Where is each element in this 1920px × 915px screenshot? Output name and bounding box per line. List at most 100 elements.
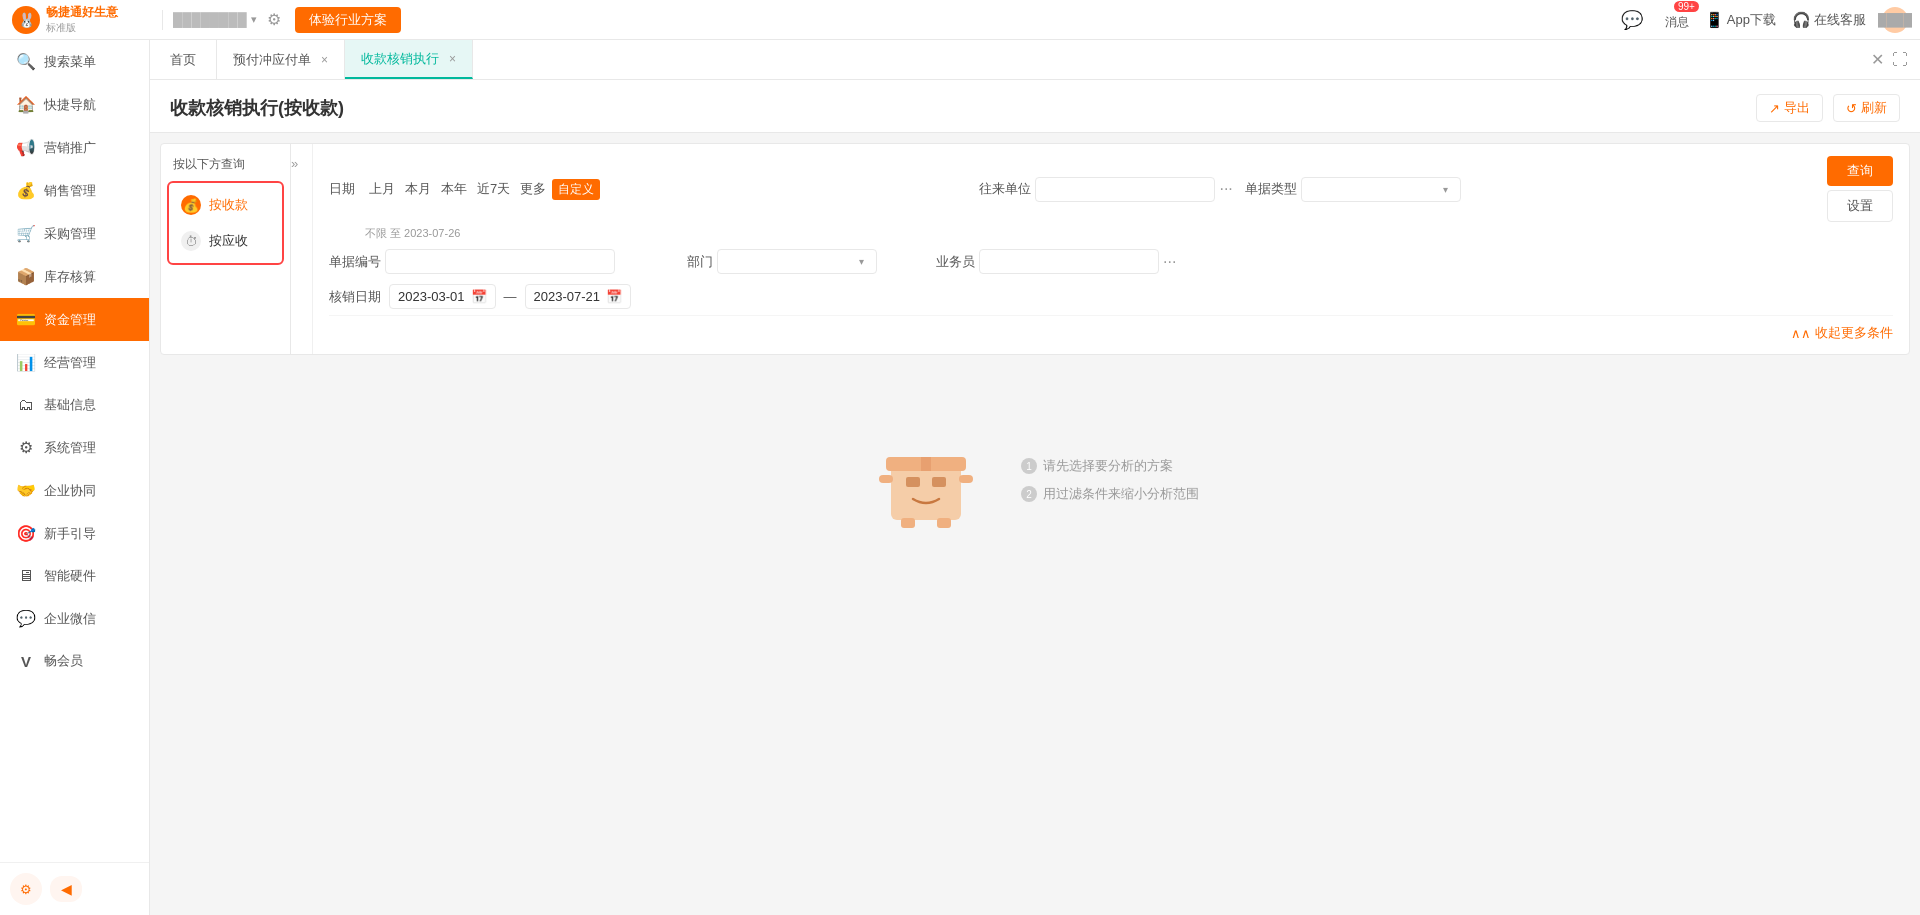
sidebar-item-finance[interactable]: 💳 资金管理 [0, 298, 149, 341]
staff-input[interactable] [979, 249, 1159, 274]
date-this-month[interactable]: 本月 [401, 178, 435, 200]
member-icon: V [16, 653, 36, 670]
staff-dots[interactable]: ··· [1163, 253, 1176, 271]
sidebar-item-quick-nav[interactable]: 🏠 快捷导航 [0, 83, 149, 126]
page-header: 收款核销执行(按收款) ↗ 导出 ↺ 刷新 [150, 80, 1920, 133]
writeoff-date-end-input[interactable]: 2023-07-21 📅 [525, 284, 632, 309]
export-icon: ↗ [1769, 101, 1780, 116]
dept-label: 部门 [687, 253, 713, 271]
date-more[interactable]: 更多 [516, 178, 550, 200]
hint-num-1: 1 [1021, 458, 1037, 474]
svg-rect-8 [959, 475, 973, 483]
filter-row-2: 单据编号 部门 ▾ 业务员 [329, 249, 1893, 274]
svg-rect-7 [879, 475, 893, 483]
sidebar-item-wechat[interactable]: 💬 企业微信 [0, 597, 149, 640]
sidebar: 🔍 搜索菜单 🏠 快捷导航 📢 营销推广 💰 销售管理 🛒 采购管理 📦 库存核… [0, 40, 150, 915]
date-last-month[interactable]: 上月 [365, 178, 399, 200]
home-icon: 🏠 [16, 95, 36, 114]
main-layout: 🔍 搜索菜单 🏠 快捷导航 📢 营销推广 💰 销售管理 🛒 采购管理 📦 库存核… [0, 40, 1920, 915]
setting-button[interactable]: 设置 [1827, 190, 1893, 222]
tab-close-prepay[interactable]: × [321, 53, 328, 67]
tab-prepay-offset[interactable]: 预付冲应付单 × [217, 40, 345, 79]
messages-button[interactable]: 💬 99+ 消息 [1621, 9, 1689, 31]
voucher-no-input[interactable] [385, 249, 615, 274]
messages-label: 消息 [1665, 15, 1689, 29]
sidebar-collapse-button[interactable]: ◀ [50, 876, 82, 902]
solution-button[interactable]: 体验行业方案 [295, 7, 401, 33]
filter-option-by-receivable[interactable]: ⏱ 按应收 [169, 223, 282, 259]
receipt-icon: 💰 [181, 195, 201, 215]
refresh-icon: ↺ [1846, 101, 1857, 116]
tab-home[interactable]: 首页 [150, 40, 217, 79]
tabbar: 首页 预付冲应付单 × 收款核销执行 × ✕ ⛶ [150, 40, 1920, 80]
date-quick-options: 上月 本月 本年 近7天 更多 自定义 [365, 178, 600, 200]
user-avatar[interactable]: ████ [1882, 7, 1908, 33]
voucher-type-select[interactable] [1301, 177, 1461, 202]
content-area: 首页 预付冲应付单 × 收款核销执行 × ✕ ⛶ 收款核销执行(按收款) [150, 40, 1920, 915]
company-selector[interactable]: ████████ ▾ [173, 12, 257, 27]
tab-receivable-offset[interactable]: 收款核销执行 × [345, 40, 473, 79]
filter-row-3: 核销日期 2023-03-01 📅 — 2023-07-21 📅 [329, 284, 1893, 309]
writeoff-date-end-value: 2023-07-21 [534, 289, 601, 304]
query-button[interactable]: 查询 [1827, 156, 1893, 186]
counterparty-label: 往来单位 [979, 180, 1031, 198]
page-content: 收款核销执行(按收款) ↗ 导出 ↺ 刷新 按以下 [150, 80, 1920, 915]
tab-expand-icon[interactable]: ⛶ [1892, 51, 1908, 69]
voucher-no-field: 单据编号 [329, 249, 615, 274]
logo-text: 畅捷通好生意 标准版 [46, 4, 118, 35]
sales-icon: 💰 [16, 181, 36, 200]
dept-select[interactable] [717, 249, 877, 274]
sidebar-item-label: 企业协同 [44, 482, 96, 500]
app-download-btn[interactable]: 📱 App下载 [1705, 11, 1776, 29]
filter-option-by-receipt[interactable]: 💰 按收款 [169, 187, 282, 223]
writeoff-date-start-input[interactable]: 2023-03-01 📅 [389, 284, 496, 309]
sidebar-item-marketing[interactable]: 📢 营销推广 [0, 126, 149, 169]
sidebar-item-label: 新手引导 [44, 525, 96, 543]
sidebar-item-label: 企业微信 [44, 610, 96, 628]
sidebar-item-inventory[interactable]: 📦 库存核算 [0, 255, 149, 298]
empty-state: 1 请先选择要分析的方案 2 用过滤条件来缩小分析范围 [150, 365, 1920, 595]
sidebar-item-search[interactable]: 🔍 搜索菜单 [0, 40, 149, 83]
date-custom-badge[interactable]: 自定义 [552, 179, 600, 200]
date-this-year[interactable]: 本年 [437, 178, 471, 200]
sidebar-gear-button[interactable]: ⚙ [10, 873, 42, 905]
svg-rect-6 [937, 518, 951, 528]
sidebar-item-basics[interactable]: 🗂 基础信息 [0, 384, 149, 426]
date-7-days[interactable]: 近7天 [473, 178, 514, 200]
sidebar-item-member[interactable]: V 畅会员 [0, 640, 149, 682]
sidebar-item-purchase[interactable]: 🛒 采购管理 [0, 212, 149, 255]
business-icon: 📊 [16, 353, 36, 372]
sidebar-item-business[interactable]: 📊 经营管理 [0, 341, 149, 384]
sidebar-item-label: 快捷导航 [44, 96, 96, 114]
counterparty-dots[interactable]: ··· [1219, 180, 1232, 198]
collapse-more-icon: ∧∧ [1791, 326, 1811, 341]
query-btn-group: 查询 设置 [1827, 156, 1893, 222]
filter-main: 日期 上月 本月 本年 近7天 更多 自定义 [313, 144, 1909, 354]
filter-collapse-btn[interactable]: » [291, 144, 313, 354]
sidebar-item-label: 库存核算 [44, 268, 96, 286]
hint-text-1: 请先选择要分析的方案 [1043, 457, 1173, 475]
tab-close-all-icon[interactable]: ✕ [1871, 50, 1884, 69]
sidebar-item-guide[interactable]: 🎯 新手引导 [0, 512, 149, 555]
app-logo: 🐰 畅捷通好生意 标准版 [12, 4, 152, 35]
wechat-icon: 💬 [16, 609, 36, 628]
sidebar-item-hardware[interactable]: 🖥 智能硬件 [0, 555, 149, 597]
hardware-icon: 🖥 [16, 567, 36, 585]
empty-hint-1: 1 请先选择要分析的方案 [1021, 457, 1199, 475]
tab-close-receivable[interactable]: × [449, 52, 456, 66]
calendar-end-icon: 📅 [606, 289, 622, 304]
date-label: 日期 [329, 180, 359, 198]
sidebar-item-system[interactable]: ⚙ 系统管理 [0, 426, 149, 469]
sidebar-item-label: 搜索菜单 [44, 53, 96, 71]
sidebar-item-enterprise[interactable]: 🤝 企业协同 [0, 469, 149, 512]
staff-label: 业务员 [936, 253, 975, 271]
gear-icon[interactable]: ⚙ [267, 10, 281, 29]
export-button[interactable]: ↗ 导出 [1756, 94, 1823, 122]
filter-sidebar-title: 按以下方查询 [167, 154, 284, 181]
sidebar-item-sales[interactable]: 💰 销售管理 [0, 169, 149, 212]
online-service-btn[interactable]: 🎧 在线客服 [1792, 11, 1866, 29]
counterparty-input[interactable] [1035, 177, 1215, 202]
page-title: 收款核销执行(按收款) [170, 96, 344, 120]
collapse-more-btn[interactable]: ∧∧ 收起更多条件 [329, 315, 1893, 342]
refresh-button[interactable]: ↺ 刷新 [1833, 94, 1900, 122]
